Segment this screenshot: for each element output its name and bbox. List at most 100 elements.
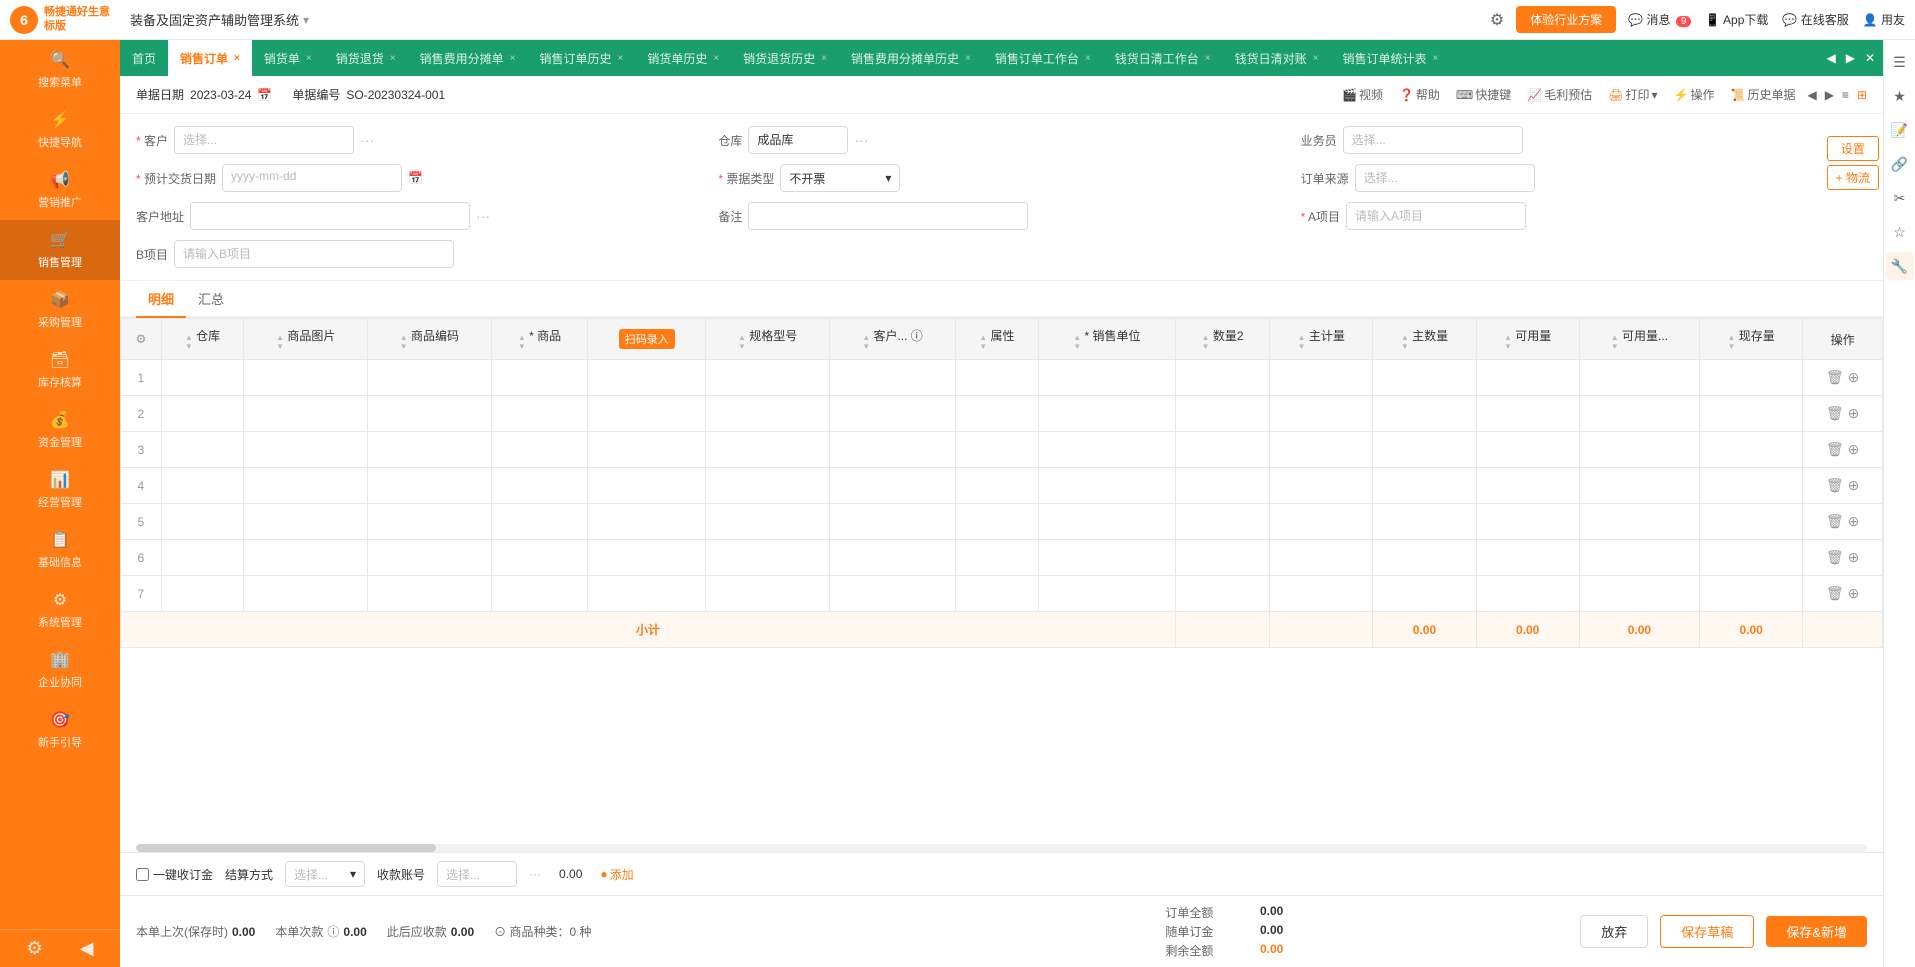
cell-stock[interactable]: [1700, 540, 1803, 576]
sidebar-settings-icon[interactable]: ⚙: [27, 938, 43, 959]
delete-icon[interactable]: 🗑: [1826, 405, 1844, 422]
th-warehouse[interactable]: ▲▼ 仓库: [161, 319, 244, 360]
cell-main-unit[interactable]: [1270, 360, 1373, 396]
sidebar-item-search-menu[interactable]: 🔍搜索菜单: [0, 40, 120, 100]
preview-btn[interactable]: 🎬 视频: [1338, 84, 1387, 105]
cell-customer-code[interactable]: [830, 360, 956, 396]
address-input[interactable]: [190, 202, 470, 230]
cell-qty2[interactable]: [1176, 468, 1270, 504]
cell-main-qty[interactable]: [1373, 540, 1476, 576]
delete-icon[interactable]: 🗑: [1826, 585, 1844, 602]
cell-available[interactable]: [1476, 504, 1579, 540]
history-btn[interactable]: 📜 历史单据: [1726, 84, 1799, 105]
nav-tab-首页[interactable]: 首页: [120, 40, 168, 76]
cell-main-unit[interactable]: [1270, 540, 1373, 576]
staff-input[interactable]: 选择...: [1343, 126, 1523, 154]
cell-attr[interactable]: [956, 396, 1039, 432]
online-service-btn[interactable]: 💬 在线客服: [1782, 11, 1848, 28]
account-more-icon[interactable]: ···: [529, 867, 541, 881]
cell-stock[interactable]: [1700, 468, 1803, 504]
copy-icon[interactable]: ⊕: [1848, 441, 1860, 458]
settings-button[interactable]: 设置: [1827, 136, 1879, 161]
th-main-unit[interactable]: ▲▼ 主计量: [1270, 319, 1373, 360]
detail-tab-明细[interactable]: 明细: [136, 281, 186, 318]
sidebar-item-sales[interactable]: 🛒销售管理: [0, 220, 120, 280]
cell-main-qty[interactable]: [1373, 576, 1476, 612]
th-customer-code[interactable]: ▲▼ 客户... ⓘ: [830, 319, 956, 360]
help-btn[interactable]: ❓ 帮助: [1395, 84, 1444, 105]
cell-goods[interactable]: [491, 540, 587, 576]
cell-customer-code[interactable]: [830, 396, 956, 432]
nav-tab-close[interactable]: ×: [1085, 53, 1091, 64]
nav-tab-销售费用分摊单历史[interactable]: 销售费用分摊单历史×: [839, 40, 983, 76]
delete-icon[interactable]: 🗑: [1826, 549, 1844, 566]
sidebar-item-marketing[interactable]: 📢营销推广: [0, 160, 120, 220]
save-draft-button[interactable]: 保存草稿: [1660, 915, 1754, 948]
cell-warehouse[interactable]: [161, 360, 244, 396]
right-panel-工具-button[interactable]: 🔧: [1886, 252, 1914, 280]
cell-main-qty[interactable]: [1373, 360, 1476, 396]
nav-tab-close[interactable]: ×: [510, 53, 516, 64]
app-download-btn[interactable]: 📱 App下载: [1705, 11, 1768, 28]
cell-available2[interactable]: [1579, 360, 1699, 396]
cell-code[interactable]: [368, 468, 492, 504]
cell-available2[interactable]: [1579, 504, 1699, 540]
invoice-select[interactable]: 不开票 ▾: [780, 164, 900, 192]
nav-tab-销货单历史[interactable]: 销货单历史×: [635, 40, 731, 76]
cell-available[interactable]: [1476, 432, 1579, 468]
copy-icon[interactable]: ⊕: [1848, 513, 1860, 530]
th-available2[interactable]: ▲▼ 可用量...: [1579, 319, 1699, 360]
cell-available[interactable]: [1476, 360, 1579, 396]
cell-main-unit[interactable]: [1270, 432, 1373, 468]
th-main-qty[interactable]: ▲▼ 主数量: [1373, 319, 1476, 360]
cell-goods[interactable]: [491, 396, 587, 432]
cell-attr[interactable]: [956, 360, 1039, 396]
th-gear[interactable]: ⚙: [121, 319, 162, 360]
cell-spec[interactable]: [706, 360, 830, 396]
nav-tab-close[interactable]: ×: [390, 53, 396, 64]
cell-available2[interactable]: [1579, 576, 1699, 612]
user-avatar[interactable]: 👤 用友: [1863, 11, 1905, 28]
cell-qty2[interactable]: [1176, 504, 1270, 540]
cell-attr[interactable]: [956, 468, 1039, 504]
nav-tab-close[interactable]: ×: [965, 53, 971, 64]
sidebar-item-operation[interactable]: 📊经营管理: [0, 460, 120, 520]
nav-tab-销售订单统计表[interactable]: 销售订单统计表×: [1330, 40, 1450, 76]
nav-tab-销货单[interactable]: 销货单×: [252, 40, 324, 76]
cell-qty2[interactable]: [1176, 540, 1270, 576]
cell-spec[interactable]: [706, 396, 830, 432]
customer-input[interactable]: 选择...: [174, 126, 354, 154]
right-panel-菜单-button[interactable]: ☰: [1886, 48, 1914, 76]
warehouse-more-icon[interactable]: ···: [854, 132, 868, 148]
sidebar-item-purchase[interactable]: 📦采购管理: [0, 280, 120, 340]
delivery-calendar-icon[interactable]: 📅: [408, 171, 423, 185]
nav-close-all[interactable]: ✕: [1861, 49, 1879, 67]
th-code[interactable]: ▲▼ 商品编码: [368, 319, 492, 360]
nav-tab-销货退货历史[interactable]: 销货退货历史×: [731, 40, 839, 76]
cell-main-unit[interactable]: [1270, 468, 1373, 504]
cell-warehouse[interactable]: [161, 540, 244, 576]
nav-tab-钱货日清工作台[interactable]: 钱货日清工作台×: [1103, 40, 1223, 76]
cell-available[interactable]: [1476, 468, 1579, 504]
nav-tab-close[interactable]: ×: [821, 53, 827, 64]
sidebar-item-enterprise[interactable]: 🏢企业协同: [0, 640, 120, 700]
nav-tab-销售订单工作台[interactable]: 销售订单工作台×: [983, 40, 1103, 76]
cell-customer-code[interactable]: [830, 504, 956, 540]
industry-button[interactable]: 体验行业方案: [1516, 6, 1616, 33]
th-scan[interactable]: 扫码录入: [588, 319, 706, 360]
table-container[interactable]: ⚙ ▲▼ 仓库 ▲▼ 商品图片 ▲▼ 商品编码 ▲▼ * 商品 扫码录入 ▲▼ …: [120, 318, 1883, 844]
copy-icon[interactable]: ⊕: [1848, 585, 1860, 602]
cell-unit[interactable]: [1038, 360, 1175, 396]
grid-view-icon[interactable]: ⊞: [1857, 88, 1867, 102]
cell-unit[interactable]: [1038, 396, 1175, 432]
cell-attr[interactable]: [956, 576, 1039, 612]
cell-available2[interactable]: [1579, 396, 1699, 432]
horizontal-scrollbar[interactable]: [136, 844, 1867, 852]
cell-warehouse[interactable]: [161, 396, 244, 432]
cell-code[interactable]: [368, 432, 492, 468]
sidebar-item-inventory[interactable]: 🗃库存核算: [0, 340, 120, 400]
add-button[interactable]: ● 添加: [600, 866, 633, 883]
cell-spec[interactable]: [706, 504, 830, 540]
nav-tab-close[interactable]: ×: [1313, 53, 1319, 64]
remark-input[interactable]: [748, 202, 1028, 230]
